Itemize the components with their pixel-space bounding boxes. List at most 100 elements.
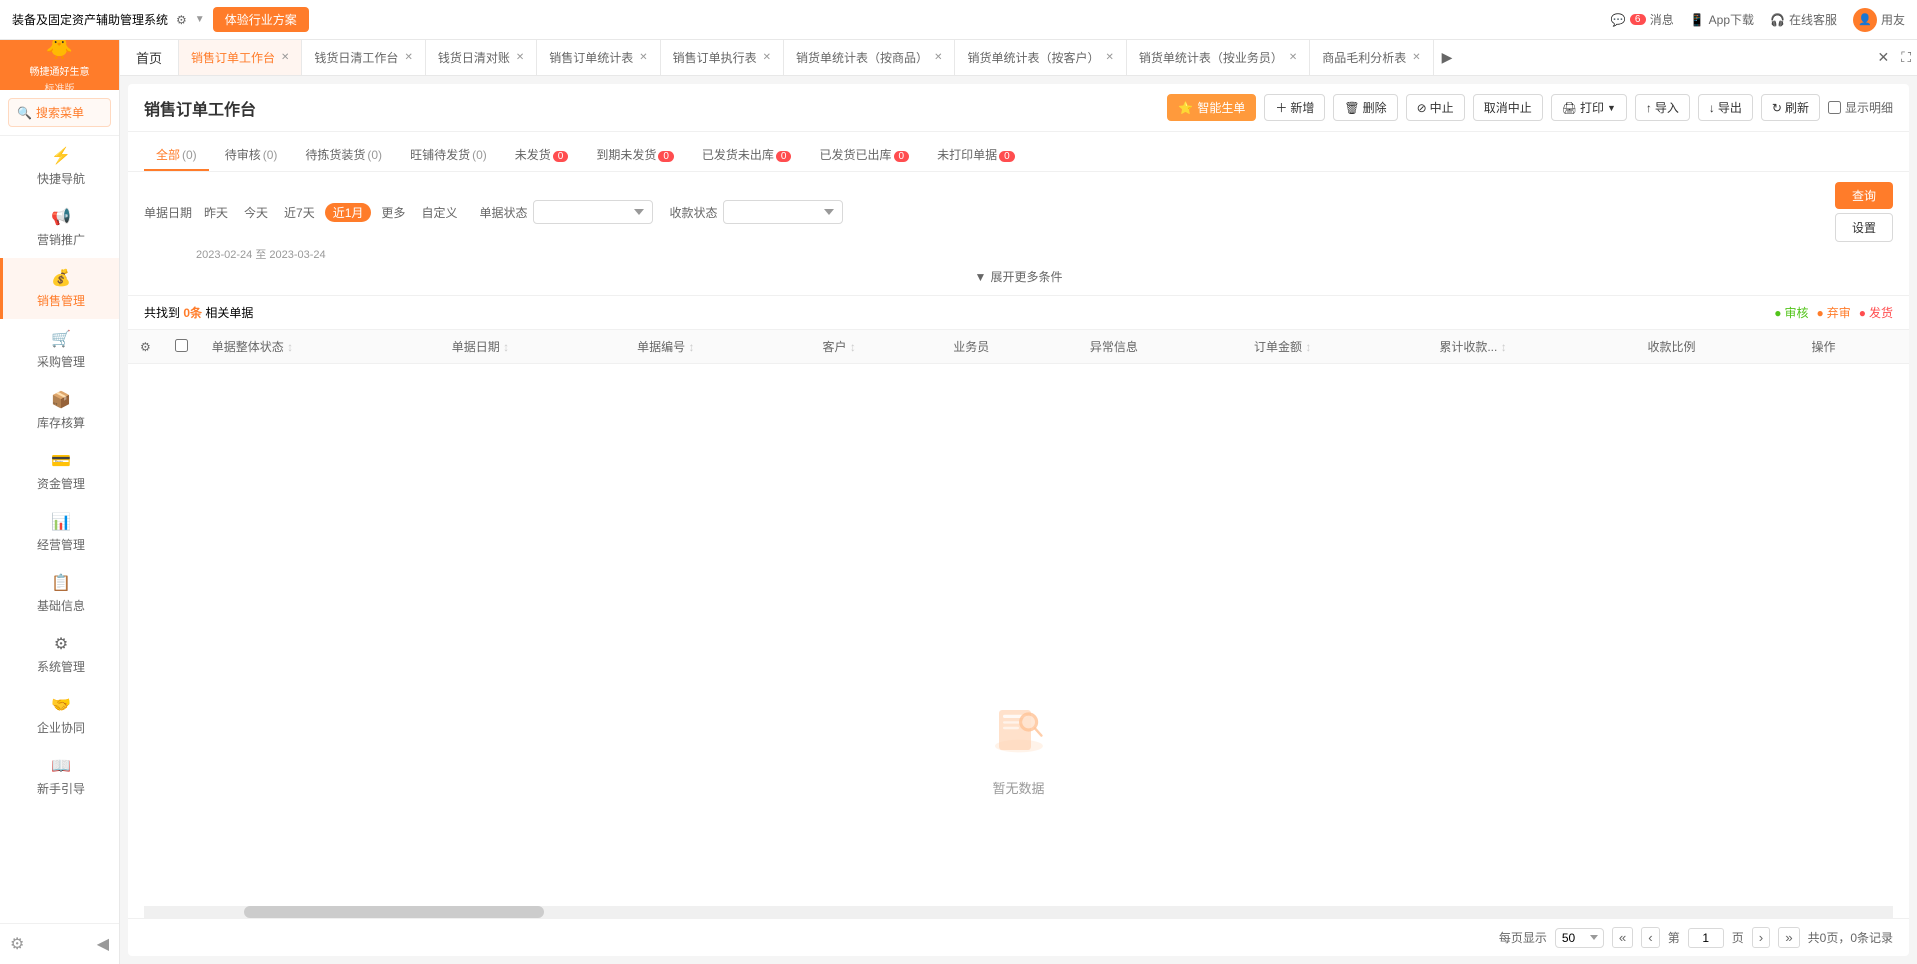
tab-more-button[interactable]: ▶	[1434, 49, 1461, 66]
cancel-suspend-button[interactable]: 取消中止	[1473, 94, 1543, 121]
search-menu-button[interactable]: 🔍 搜索菜单	[8, 98, 111, 127]
ship-toolbar-button[interactable]: ● 发货	[1859, 304, 1893, 321]
sidebar-item-purchase[interactable]: 🛒 采购管理	[0, 319, 119, 380]
date-opt-1month[interactable]: 近1月	[325, 203, 372, 222]
tab-sales-workbench-close[interactable]: ✕	[281, 52, 289, 63]
col-settings[interactable]: ⚙	[128, 330, 163, 364]
date-filter: 单据日期 昨天 今天 近7天 近1月 更多 自定义	[144, 202, 463, 223]
col-check[interactable]	[163, 330, 200, 364]
horizontal-scrollbar[interactable]	[144, 906, 1893, 918]
last-page-button[interactable]: »	[1778, 927, 1799, 948]
message-button[interactable]: 💬 6 消息	[1611, 11, 1674, 28]
user-menu-button[interactable]: 👤 用友	[1853, 8, 1905, 32]
industry-solution-button[interactable]: 体验行业方案	[213, 7, 309, 32]
sub-tab-not-printed[interactable]: 未打印单据0	[925, 140, 1027, 171]
col-amount[interactable]: 订单金额 ↕	[1242, 330, 1427, 364]
sub-tab-wangpu-pending[interactable]: 旺铺待发货(0)	[398, 140, 499, 171]
payment-select[interactable]	[723, 200, 843, 224]
tab-gross-profit[interactable]: 商品毛利分析表 ✕	[1310, 40, 1433, 75]
filter-setting-button[interactable]: 设置	[1835, 213, 1893, 242]
tab-sales-exec-close[interactable]: ✕	[763, 52, 771, 63]
app-download-button[interactable]: 📱 App下载	[1690, 11, 1754, 28]
sidebar-item-system[interactable]: ⚙ 系统管理	[0, 624, 119, 685]
date-opt-custom[interactable]: 自定义	[415, 202, 463, 223]
tab-sales-stats-close[interactable]: ✕	[639, 52, 647, 63]
tab-cash-reconcile-close[interactable]: ✕	[516, 52, 524, 63]
sidebar-item-quick-nav[interactable]: ⚡ 快捷导航	[0, 136, 119, 197]
sub-tab-shipped-out[interactable]: 已发货已出库0	[807, 140, 921, 171]
tab-sales-workbench[interactable]: 销售订单工作台 ✕	[179, 40, 302, 75]
tab-sales-summary-customer-close[interactable]: ✕	[1105, 52, 1113, 63]
tab-cash-daily-close[interactable]: ✕	[404, 52, 412, 63]
page-number-input[interactable]	[1688, 928, 1724, 948]
sidebar-item-basic-info[interactable]: 📋 基础信息	[0, 563, 119, 624]
page-size-label: 每页显示	[1499, 929, 1547, 946]
show-detail-checkbox[interactable]: 显示明细	[1828, 99, 1893, 116]
sub-tab-not-shipped[interactable]: 未发货0	[503, 140, 581, 171]
show-detail-input[interactable]	[1828, 101, 1841, 114]
page-size-select[interactable]: 50 10 20 100	[1555, 928, 1604, 948]
tab-gross-profit-close[interactable]: ✕	[1412, 52, 1420, 63]
refresh-button[interactable]: ↻ 刷新	[1761, 94, 1820, 121]
sidebar-item-guide[interactable]: 📖 新手引导	[0, 746, 119, 807]
online-support-button[interactable]: 🎧 在线客服	[1770, 11, 1837, 28]
tab-maximize-button[interactable]: ⛶	[1895, 40, 1917, 76]
sub-tab-overdue-not-shipped[interactable]: 到期未发货0	[584, 140, 686, 171]
header-settings-icon[interactable]: ⚙	[176, 13, 187, 27]
sidebar-item-enterprise[interactable]: 🤝 企业协同	[0, 685, 119, 746]
sidebar-item-inventory[interactable]: 📦 库存核算	[0, 380, 119, 441]
tab-sales-summary-product[interactable]: 销货单统计表（按商品） ✕	[784, 40, 955, 75]
sidebar-settings-button[interactable]: ⚙	[10, 934, 24, 954]
app-label: App下载	[1709, 11, 1754, 28]
smart-create-button[interactable]: ⭐ 智能生单	[1167, 94, 1256, 121]
suspend-button[interactable]: ⊘ 中止	[1406, 94, 1465, 121]
col-date[interactable]: 单据日期 ↕	[440, 330, 625, 364]
sidebar-item-sales[interactable]: 💰 销售管理	[0, 258, 119, 319]
status-select[interactable]	[533, 200, 653, 224]
date-opt-today[interactable]: 今天	[238, 202, 274, 223]
prev-page-button[interactable]: ‹	[1641, 927, 1659, 948]
sub-tab-pending-review[interactable]: 待审核(0)	[213, 140, 290, 171]
sub-tab-all[interactable]: 全部(0)	[144, 140, 209, 171]
sidebar-item-operations[interactable]: 📊 经营管理	[0, 502, 119, 563]
tab-sales-summary-staff[interactable]: 销货单统计表（按业务员） ✕	[1127, 40, 1310, 75]
column-settings-icon[interactable]: ⚙	[140, 340, 151, 354]
delete-button[interactable]: 🗑 删除	[1333, 94, 1397, 121]
sidebar-item-finance[interactable]: 💳 资金管理	[0, 441, 119, 502]
cancel-review-toolbar-button[interactable]: ● 弃审	[1816, 304, 1850, 321]
first-page-button[interactable]: «	[1612, 927, 1633, 948]
expand-filter-button[interactable]: ▼ 展开更多条件	[975, 268, 1063, 285]
sub-tab-shipped-not-out[interactable]: 已发货未出库0	[690, 140, 804, 171]
print-button[interactable]: 🖨 打印 ▼	[1551, 94, 1627, 121]
guide-label: 新手引导	[37, 780, 85, 797]
col-number[interactable]: 单据编号 ↕	[625, 330, 810, 364]
review-toolbar-button[interactable]: ● 审核	[1774, 304, 1808, 321]
sub-tab-pending-inspect[interactable]: 待拣货装货(0)	[293, 140, 394, 171]
export-button[interactable]: ↓ 导出	[1698, 94, 1753, 121]
tab-cash-daily[interactable]: 钱货日清工作台 ✕	[302, 40, 425, 75]
tab-close-all-button[interactable]: ✕	[1871, 40, 1895, 76]
sidebar-item-marketing[interactable]: 📢 营销推广	[0, 197, 119, 258]
date-opt-7days[interactable]: 近7天	[278, 202, 321, 223]
col-customer[interactable]: 客户 ↕	[811, 330, 942, 364]
tab-home[interactable]: 首页	[120, 40, 179, 75]
tab-sales-summary-product-close[interactable]: ✕	[934, 52, 942, 63]
col-collected[interactable]: 累计收款... ↕	[1427, 330, 1635, 364]
scroll-thumb[interactable]	[244, 906, 544, 918]
tab-sales-exec[interactable]: 销售订单执行表 ✕	[661, 40, 784, 75]
tab-sales-stats[interactable]: 销售订单统计表 ✕	[537, 40, 660, 75]
tab-sales-summary-customer[interactable]: 销货单统计表（按客户） ✕	[955, 40, 1126, 75]
date-opt-yesterday[interactable]: 昨天	[198, 202, 234, 223]
tab-sales-summary-staff-close[interactable]: ✕	[1289, 52, 1297, 63]
select-all-checkbox[interactable]	[175, 339, 188, 352]
add-button[interactable]: ＋ 新增	[1264, 94, 1325, 121]
col-date-label: 单据日期	[452, 340, 500, 354]
next-page-button[interactable]: ›	[1752, 927, 1770, 948]
import-label: 导入	[1655, 99, 1679, 116]
query-button[interactable]: 查询	[1835, 182, 1893, 209]
import-button[interactable]: ↑ 导入	[1635, 94, 1690, 121]
date-opt-more[interactable]: 更多	[375, 202, 411, 223]
sidebar-collapse-button[interactable]: ◀	[97, 934, 109, 954]
col-status[interactable]: 单据整体状态 ↕	[200, 330, 440, 364]
tab-cash-reconcile[interactable]: 钱货日清对账 ✕	[426, 40, 537, 75]
